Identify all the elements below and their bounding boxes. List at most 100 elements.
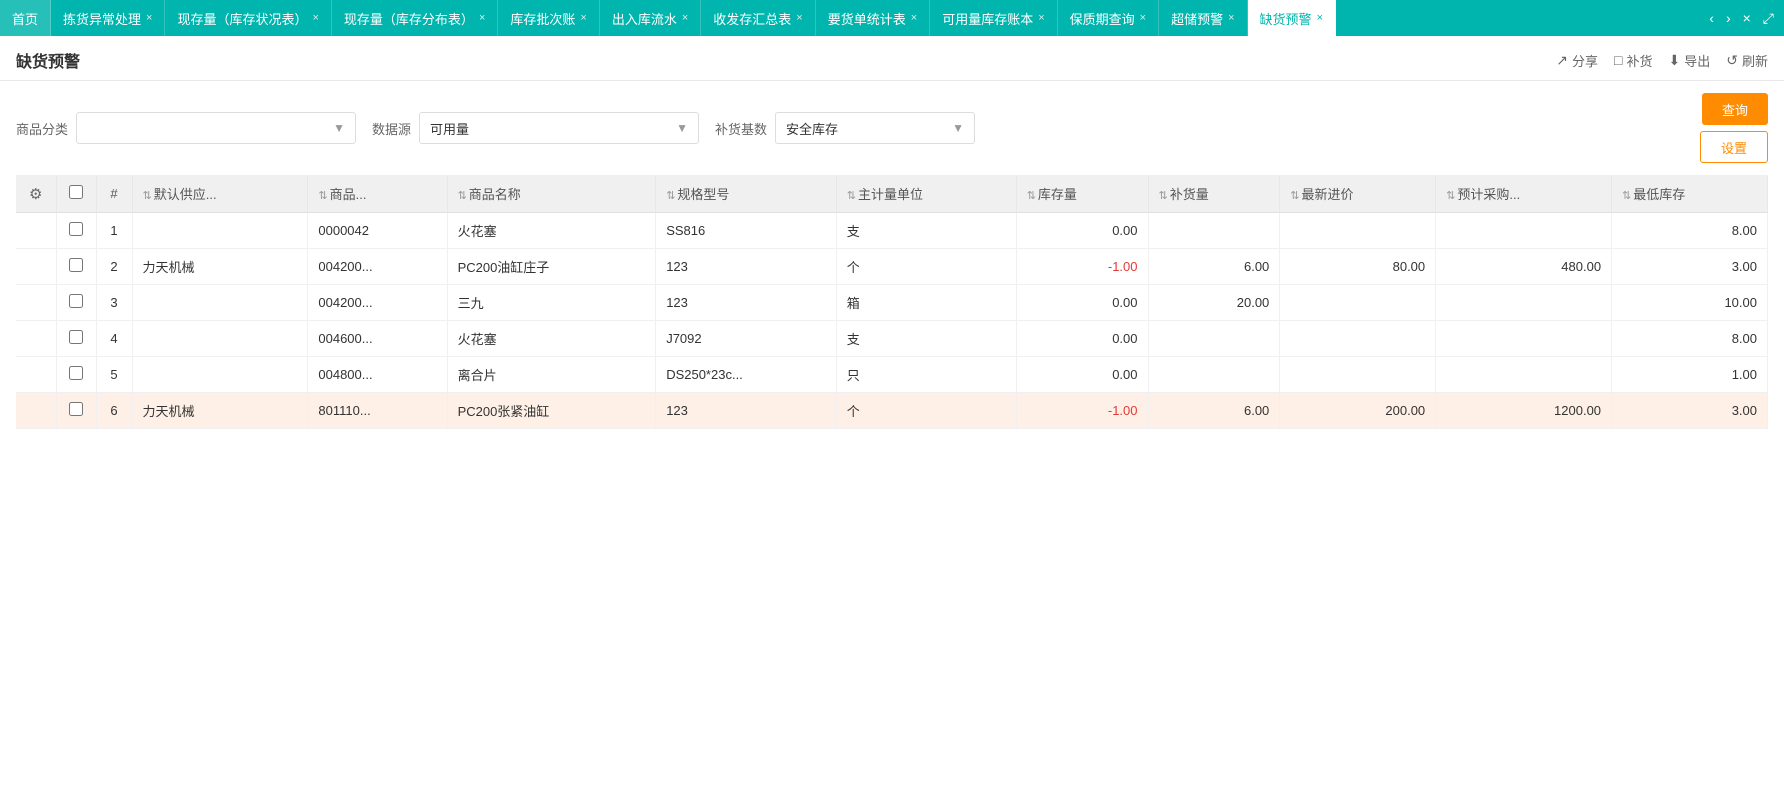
row-product-code: 004600... bbox=[308, 321, 447, 357]
nav-controls: ‹ › × ⤢ bbox=[1703, 0, 1784, 36]
table-row: 3004200...三九123箱0.0020.0010.00 bbox=[16, 285, 1768, 321]
row-spec: J7092 bbox=[656, 321, 837, 357]
nav-tab-close-icon[interactable]: × bbox=[312, 12, 318, 24]
datasource-filter: 数据源 可用量 ▼ bbox=[372, 112, 699, 144]
row-latest-price bbox=[1280, 213, 1436, 249]
replenish-base-label: 补货基数 bbox=[715, 119, 767, 138]
row-checkbox-cell bbox=[56, 321, 96, 357]
nav-tab-close-icon[interactable]: × bbox=[1140, 12, 1146, 24]
row-supplier bbox=[132, 213, 308, 249]
nav-tab-close-icon[interactable]: × bbox=[796, 12, 802, 24]
row-unit: 箱 bbox=[836, 285, 1016, 321]
row-gear-cell bbox=[16, 213, 56, 249]
nav-tab-label: 要货单统计表 bbox=[828, 9, 906, 28]
nav-tab-label: 现存量（库存分布表） bbox=[344, 9, 474, 28]
row-select-checkbox[interactable] bbox=[69, 330, 83, 344]
nav-tab-expiry[interactable]: 保质期查询× bbox=[1058, 0, 1159, 36]
row-checkbox-cell bbox=[56, 393, 96, 429]
nav-next-btn[interactable]: › bbox=[1720, 0, 1737, 36]
nav-tab-close-icon[interactable]: × bbox=[479, 12, 485, 24]
row-gear-cell bbox=[16, 357, 56, 393]
refresh-button[interactable]: ↺ 刷新 bbox=[1726, 51, 1768, 70]
row-latest-price bbox=[1280, 285, 1436, 321]
nav-tab-label: 现存量（库存状况表） bbox=[177, 9, 307, 28]
est-purchase-col-header: ⇅预计采购... bbox=[1436, 175, 1612, 213]
nav-tab-inventory-status[interactable]: 现存量（库存状况表） × bbox=[165, 0, 331, 36]
nav-tab-inventory-dist[interactable]: 现存量（库存分布表） × bbox=[332, 0, 498, 36]
row-product-code: 801110... bbox=[308, 393, 447, 429]
nav-tab-collect-store[interactable]: 收发存汇总表× bbox=[701, 0, 815, 36]
row-select-checkbox[interactable] bbox=[69, 222, 83, 236]
row-unit: 个 bbox=[836, 249, 1016, 285]
replenish-base-value: 安全库存 bbox=[786, 119, 838, 138]
row-min-stock: 3.00 bbox=[1612, 249, 1768, 285]
share-button[interactable]: ↗ 分享 bbox=[1556, 51, 1598, 70]
nav-tab-close-icon[interactable]: × bbox=[911, 12, 917, 24]
row-spec: 123 bbox=[656, 393, 837, 429]
select-all-checkbox[interactable] bbox=[69, 185, 83, 199]
row-est-purchase: 1200.00 bbox=[1436, 393, 1612, 429]
row-supplier: 力天机械 bbox=[132, 249, 308, 285]
nav-tab-close-icon[interactable]: × bbox=[1228, 12, 1234, 24]
category-select[interactable]: ▼ bbox=[76, 112, 356, 144]
nav-tab-label: 缺货预警 bbox=[1260, 9, 1312, 28]
row-checkbox-cell bbox=[56, 357, 96, 393]
row-est-purchase bbox=[1436, 213, 1612, 249]
row-latest-price: 80.00 bbox=[1280, 249, 1436, 285]
row-stock-qty: 0.00 bbox=[1016, 357, 1148, 393]
row-latest-price bbox=[1280, 357, 1436, 393]
row-product-name: 离合片 bbox=[447, 357, 656, 393]
nav-tab-close-icon[interactable]: × bbox=[682, 12, 688, 24]
row-product-name: PC200油缸庄子 bbox=[447, 249, 656, 285]
replenish-qty-col-header: ⇅补货量 bbox=[1148, 175, 1280, 213]
row-replenish-qty: 6.00 bbox=[1148, 249, 1280, 285]
datasource-select[interactable]: 可用量 ▼ bbox=[419, 112, 699, 144]
row-product-code: 004800... bbox=[308, 357, 447, 393]
nav-tab-close-icon[interactable]: × bbox=[580, 12, 586, 24]
row-est-purchase bbox=[1436, 357, 1612, 393]
nav-tab-close-icon[interactable]: × bbox=[146, 12, 152, 24]
nav-tab-close-icon[interactable]: × bbox=[1038, 12, 1044, 24]
row-product-code: 004200... bbox=[308, 249, 447, 285]
min-stock-col-header: ⇅最低库存 bbox=[1612, 175, 1768, 213]
nav-tab-label: 拣货异常处理 bbox=[63, 9, 141, 28]
table-row: 2力天机械004200...PC200油缸庄子123个-1.006.0080.0… bbox=[16, 249, 1768, 285]
row-stock-qty: -1.00 bbox=[1016, 249, 1148, 285]
settings-col-header[interactable]: ⚙ bbox=[16, 175, 56, 213]
row-min-stock: 10.00 bbox=[1612, 285, 1768, 321]
top-nav: 首页拣货异常处理×现存量（库存状况表）×现存量（库存分布表）×库存批次账×出入库… bbox=[0, 0, 1784, 36]
settings-button[interactable]: 设置 bbox=[1700, 131, 1768, 163]
replenish-button[interactable]: □ 补货 bbox=[1614, 51, 1652, 70]
row-spec: 123 bbox=[656, 249, 837, 285]
nav-expand-btn[interactable]: ⤢ bbox=[1757, 0, 1780, 36]
nav-tab-order-stats[interactable]: 要货单统计表 × bbox=[816, 0, 930, 36]
export-button[interactable]: ⬇ 导出 bbox=[1669, 51, 1711, 70]
nav-tab-batch-account[interactable]: 库存批次账× bbox=[498, 0, 599, 36]
row-product-code: 0000042 bbox=[308, 213, 447, 249]
row-product-name: PC200张紧油缸 bbox=[447, 393, 656, 429]
row-number: 5 bbox=[96, 357, 132, 393]
nav-prev-btn[interactable]: ‹ bbox=[1703, 0, 1720, 36]
query-button[interactable]: 查询 bbox=[1702, 93, 1768, 125]
row-select-checkbox[interactable] bbox=[69, 402, 83, 416]
nav-tab-available-ledger[interactable]: 可用量库存账本× bbox=[930, 0, 1057, 36]
nav-tab-in-out-flow[interactable]: 出入库流水× bbox=[600, 0, 701, 36]
nav-tab-shortage[interactable]: 缺货预警 × bbox=[1248, 0, 1336, 36]
nav-tab-close-icon[interactable]: × bbox=[1317, 12, 1323, 24]
row-checkbox-cell bbox=[56, 213, 96, 249]
row-number: 1 bbox=[96, 213, 132, 249]
nav-tab-overstock[interactable]: 超储预警× bbox=[1159, 0, 1247, 36]
row-select-checkbox[interactable] bbox=[69, 258, 83, 272]
latest-price-col-header: ⇅最新进价 bbox=[1280, 175, 1436, 213]
row-stock-qty: 0.00 bbox=[1016, 285, 1148, 321]
row-spec: SS816 bbox=[656, 213, 837, 249]
nav-tab-home[interactable]: 首页 bbox=[0, 0, 51, 36]
page-title: 缺货预警 bbox=[16, 48, 80, 72]
row-select-checkbox[interactable] bbox=[69, 294, 83, 308]
nav-close-btn[interactable]: × bbox=[1737, 0, 1757, 36]
row-select-checkbox[interactable] bbox=[69, 366, 83, 380]
data-table: ⚙ # ⇅默认供应... ⇅商品... ⇅商品名称 ⇅规格型号 ⇅主计量单位 ⇅… bbox=[16, 175, 1768, 429]
row-number: 3 bbox=[96, 285, 132, 321]
replenish-base-select[interactable]: 安全库存 ▼ bbox=[775, 112, 975, 144]
nav-tab-abnormal[interactable]: 拣货异常处理 × bbox=[51, 0, 165, 36]
